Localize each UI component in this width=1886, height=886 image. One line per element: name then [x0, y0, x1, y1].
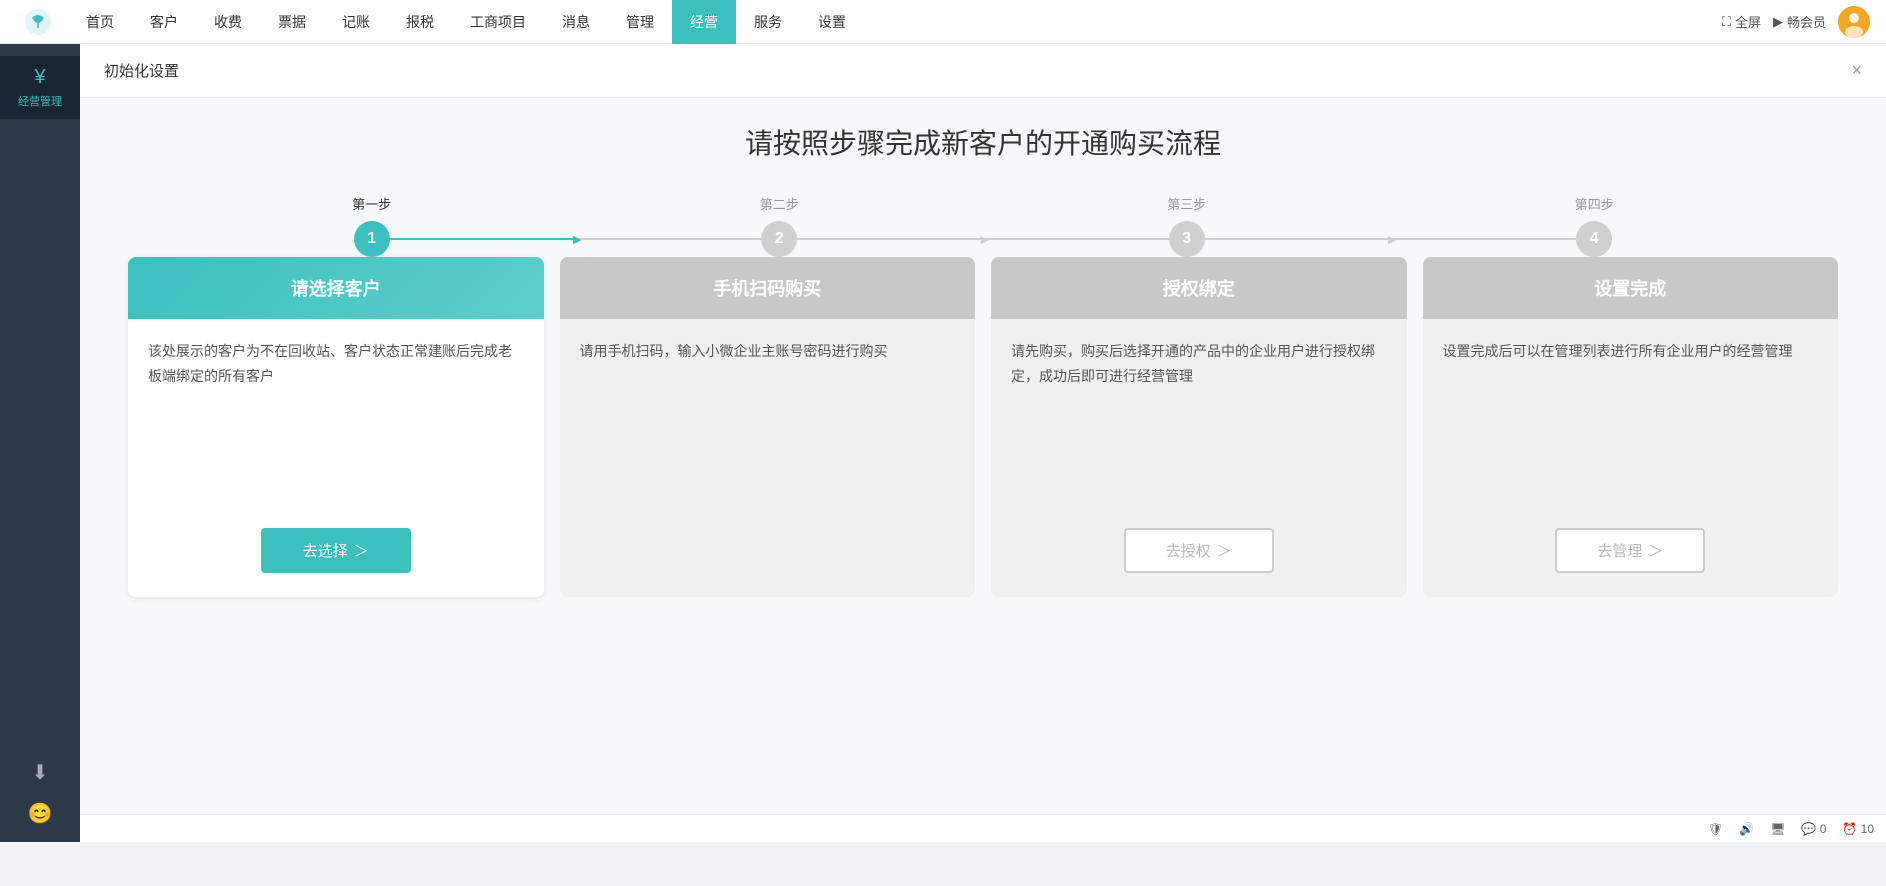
steps-indicator: 第一步 1 ▶ 第二步 2	[128, 194, 1838, 257]
card-4-body: 设置完成后可以在管理列表进行所有企业用户的经营管理	[1423, 319, 1839, 512]
nav-settings[interactable]: 设置	[800, 0, 864, 44]
step-2-indicator: 第二步 2 ▶	[576, 194, 984, 257]
member-btn[interactable]: ▶ 畅会员	[1773, 12, 1826, 31]
card-1-header: 请选择客户	[128, 257, 544, 319]
status-bar: ▶ 完成 🛡 🔊 🖥 💬 0 ⏰ 10	[0, 814, 1886, 842]
page-title: 初始化设置	[104, 60, 179, 81]
message-count: 💬 0	[1801, 822, 1826, 836]
fullscreen-btn[interactable]: ⛶ 全屏	[1722, 12, 1761, 31]
sidebar-bottom: ⬇ 😊	[28, 760, 53, 826]
status-bar-right: 🛡 🔊 🖥 💬 0 ⏰ 10	[1708, 822, 1874, 836]
card-2-body: 请用手机扫码，输入小微企业主账号密码进行购买	[560, 319, 976, 557]
step-4-label: 第四步	[1575, 194, 1614, 213]
step-2-label: 第二步	[760, 194, 799, 213]
wizard-wrapper: 请按照步骤完成新客户的开通购买流程 第一步 1 ▶ 第二步	[80, 98, 1886, 816]
nav-home[interactable]: 首页	[68, 0, 132, 44]
monitor-icon: 🖥	[1770, 822, 1785, 836]
sidebar: ¥ 经营管理 ⬇ 😊	[0, 44, 80, 842]
nav-tax[interactable]: 报税	[388, 0, 452, 44]
step-1-label: 第一步	[352, 194, 391, 213]
step-1-indicator: 第一步 1 ▶	[168, 194, 576, 257]
nav-accounting[interactable]: 记账	[324, 0, 388, 44]
page-header: 初始化设置 ×	[80, 44, 1886, 98]
card-3-header: 授权绑定	[991, 257, 1407, 319]
fullscreen-icon: ⛶	[1722, 14, 1731, 30]
step-card-4: 设置完成 设置完成后可以在管理列表进行所有企业用户的经营管理 去管理 ＞	[1423, 257, 1839, 597]
nav-items: 首页 客户 收费 票据 记账 报税 工商项目 消息 管理 经营 服务 设置	[68, 0, 1722, 44]
nav-bill[interactable]: 票据	[260, 0, 324, 44]
nav-customer[interactable]: 客户	[132, 0, 196, 44]
step-3-indicator: 第三步 3 ▶	[983, 194, 1391, 257]
nav-message[interactable]: 消息	[544, 0, 608, 44]
close-button[interactable]: ×	[1851, 60, 1862, 81]
shield-icon: 🛡	[1708, 822, 1723, 836]
step-4-circle: 4	[1576, 221, 1612, 257]
wizard-title: 请按照步骤完成新客户的开通购买流程	[128, 122, 1838, 162]
yuan-icon: ¥	[34, 66, 45, 89]
card-2-footer	[560, 557, 976, 597]
nav-right: ⛶ 全屏 ▶ 畅会员	[1722, 6, 1870, 38]
go-authorize-button[interactable]: 去授权 ＞	[1124, 528, 1274, 573]
step-card-2: 手机扫码购买 请用手机扫码，输入小微企业主账号密码进行购买	[560, 257, 976, 597]
arrow-icon-4: ＞	[1648, 540, 1663, 561]
cards-row: 请选择客户 该处展示的客户为不在回收站、客户状态正常建账后完成老板端绑定的所有客…	[128, 257, 1838, 597]
card-1-body: 该处展示的客户为不在回收站、客户状态正常建账后完成老板端绑定的所有客户	[128, 319, 544, 512]
arrow-icon-3: ＞	[1217, 540, 1232, 561]
download-icon[interactable]: ⬇	[32, 760, 49, 785]
step-card-3: 授权绑定 请先购买，购买后选择开通的产品中的企业用户进行授权绑定，成功后即可进行…	[991, 257, 1407, 597]
step-2-circle: 2	[761, 221, 797, 257]
arrow-icon: ＞	[354, 540, 369, 561]
go-select-button[interactable]: 去选择 ＞	[261, 528, 411, 573]
card-4-footer: 去管理 ＞	[1423, 512, 1839, 597]
card-3-footer: 去授权 ＞	[991, 512, 1407, 597]
step-card-1: 请选择客户 该处展示的客户为不在回收站、客户状态正常建账后完成老板端绑定的所有客…	[128, 257, 544, 597]
volume-icon: 🔊	[1739, 822, 1754, 836]
video-icon: ▶	[1773, 14, 1783, 30]
nav-operation[interactable]: 经营	[672, 0, 736, 44]
nav-business[interactable]: 工商项目	[452, 0, 544, 44]
card-1-footer: 去选择 ＞	[128, 512, 544, 597]
go-manage-button[interactable]: 去管理 ＞	[1555, 528, 1705, 573]
card-3-body: 请先购买，购买后选择开通的产品中的企业用户进行授权绑定，成功后即可进行经营管理	[991, 319, 1407, 512]
sidebar-item-label: 经营管理	[18, 93, 62, 109]
card-2-header: 手机扫码购买	[560, 257, 976, 319]
step-3-label: 第三步	[1167, 194, 1206, 213]
top-nav: 首页 客户 收费 票据 记账 报税 工商项目 消息 管理 经营 服务 设置 ⛶ …	[0, 0, 1886, 44]
step-4-indicator: 第四步 4	[1391, 194, 1799, 257]
avatar[interactable]	[1838, 6, 1870, 38]
time-display: ⏰ 10	[1842, 822, 1874, 836]
support-icon[interactable]: 😊	[28, 801, 53, 826]
nav-fee[interactable]: 收费	[196, 0, 260, 44]
card-4-header: 设置完成	[1423, 257, 1839, 319]
sidebar-item-operation[interactable]: ¥ 经营管理	[0, 56, 80, 119]
nav-manage[interactable]: 管理	[608, 0, 672, 44]
main-content: 初始化设置 × 请按照步骤完成新客户的开通购买流程 第一步 1 ▶	[80, 44, 1886, 816]
nav-service[interactable]: 服务	[736, 0, 800, 44]
logo	[16, 0, 60, 44]
step-1-circle: 1	[354, 221, 390, 257]
step-3-circle: 3	[1169, 221, 1205, 257]
